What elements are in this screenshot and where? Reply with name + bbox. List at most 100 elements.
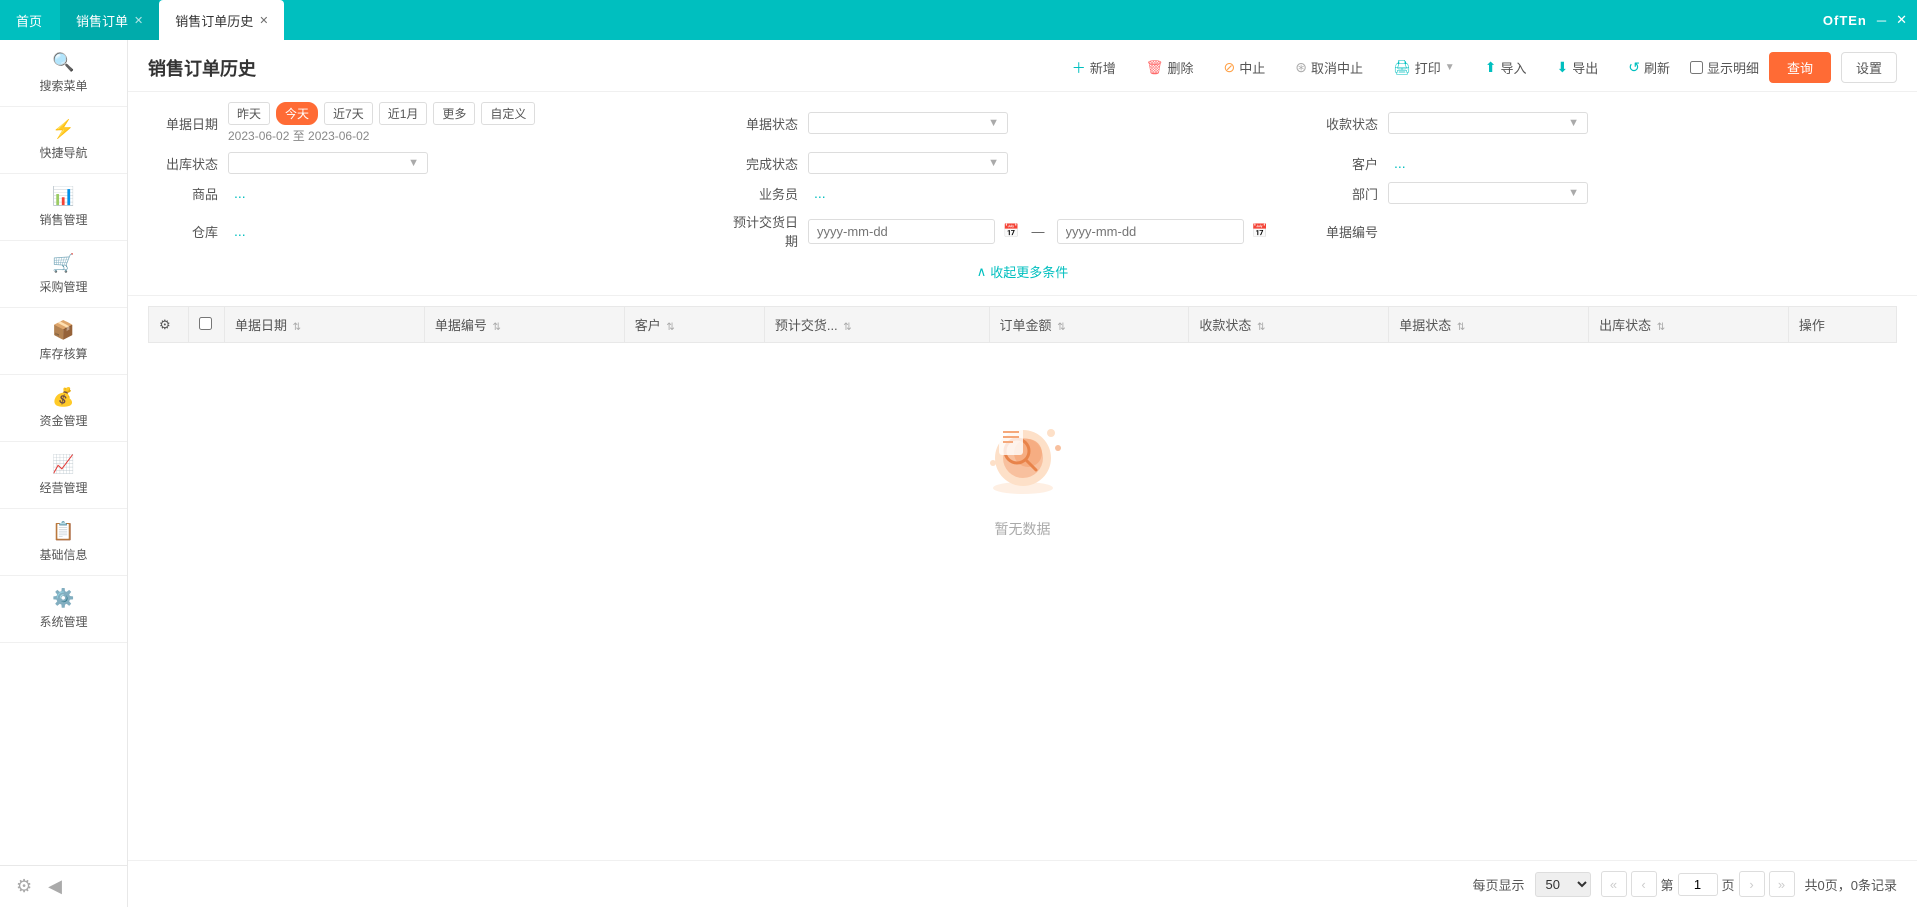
current-page-input[interactable] (1678, 873, 1718, 896)
th-number[interactable]: 单据编号 ⇅ (424, 307, 624, 343)
table-settings-th[interactable]: ⚙ (149, 307, 189, 343)
th-customer-sort[interactable]: ⇅ (666, 322, 674, 333)
date-btn-today[interactable]: 今天 (276, 102, 318, 125)
collapse-btn[interactable]: ∧ 收起更多条件 (977, 258, 1069, 285)
print-icon: 🖨 (1393, 59, 1411, 76)
goods-ellipsis[interactable]: ... (228, 185, 252, 201)
table-select-all[interactable] (199, 317, 212, 330)
sidebar: 🔍 搜索菜单 ⚡ 快捷导航 📊 销售管理 🛒 采购管理 📦 库存核算 💰 资金管… (0, 40, 128, 907)
collapse-up-icon: ∧ (977, 264, 987, 280)
sys-mgmt-icon: ⚙️ (52, 588, 74, 609)
sidebar-collapse-icon[interactable]: ◀ (48, 876, 62, 897)
th-order-status[interactable]: 单据状态 ⇅ (1389, 307, 1589, 343)
sidebar-item-inventory[interactable]: 📦 库存核算 (0, 308, 127, 375)
th-number-sort[interactable]: ⇅ (492, 322, 500, 333)
th-order-status-sort[interactable]: ⇅ (1457, 322, 1465, 333)
sidebar-item-sales-mgmt[interactable]: 📊 销售管理 (0, 174, 127, 241)
import-button[interactable]: ⬆ 导入 (1475, 54, 1537, 81)
cancel-stop-button[interactable]: ⊛ 取消中止 (1285, 54, 1373, 81)
page-size-label: 每页显示 (1472, 875, 1524, 894)
date-btn-1month[interactable]: 近1月 (379, 102, 428, 125)
first-page-btn[interactable]: « (1601, 871, 1627, 897)
sidebar-item-sys-mgmt[interactable]: ⚙️ 系统管理 (0, 576, 127, 643)
th-date-sort[interactable]: ⇅ (293, 322, 301, 333)
th-delivery-status-sort[interactable]: ⇅ (1657, 322, 1665, 333)
sidebar-item-quick-nav[interactable]: ⚡ 快捷导航 (0, 107, 127, 174)
prev-page-btn[interactable]: ‹ (1631, 871, 1657, 897)
order-status-select[interactable]: ▼ (808, 112, 1008, 134)
sidebar-settings-icon[interactable]: ⚙ (16, 876, 32, 897)
cal-icon-start[interactable]: 📅 (1003, 223, 1019, 239)
date-btn-custom[interactable]: 自定义 (481, 102, 535, 125)
tab-sales-order-history[interactable]: 销售订单历史 ✕ (159, 0, 284, 40)
date-range-text: 2023-06-02 至 2023-06-02 (228, 127, 535, 144)
sidebar-item-operations[interactable]: 📈 经营管理 (0, 442, 127, 509)
display-toggle-checkbox[interactable] (1690, 61, 1703, 74)
sidebar-item-sales-mgmt-label: 销售管理 (39, 211, 87, 228)
expected-delivery-start[interactable] (808, 219, 995, 244)
window-minimize[interactable]: ─ (1877, 13, 1886, 28)
salesperson-label: 业务员 (728, 184, 808, 203)
salesperson-ellipsis[interactable]: ... (808, 185, 832, 201)
sidebar-item-basic-info[interactable]: 📋 基础信息 (0, 509, 127, 576)
tab-home[interactable]: 首页 (0, 0, 58, 40)
table-settings-icon[interactable]: ⚙ (159, 317, 171, 332)
sidebar-item-purchase-mgmt[interactable]: 🛒 采购管理 (0, 241, 127, 308)
print-button[interactable]: 🖨 打印 ▼ (1383, 54, 1465, 81)
date-label: 单据日期 (148, 114, 228, 133)
delivery-status-control[interactable]: ▼ (228, 152, 688, 174)
last-page-btn[interactable]: » (1769, 871, 1795, 897)
date-filter-control: 昨天 今天 近7天 近1月 更多 自定义 2023-06-02 至 2023-0… (228, 102, 688, 144)
tab-sales-order[interactable]: 销售订单 ✕ (60, 0, 159, 40)
page-size-select[interactable]: 10 20 50 100 (1535, 872, 1591, 897)
sidebar-item-finance[interactable]: 💰 资金管理 (0, 375, 127, 442)
new-button[interactable]: ＋ 新增 (1062, 54, 1126, 82)
tab-sales-order-history-close[interactable]: ✕ (259, 14, 268, 27)
th-delivery-status[interactable]: 出库状态 ⇅ (1589, 307, 1789, 343)
warehouse-ellipsis[interactable]: ... (228, 223, 252, 239)
delivery-status-select[interactable]: ▼ (228, 152, 428, 174)
stop-button[interactable]: ⊘ 中止 (1214, 54, 1276, 81)
display-toggle[interactable]: 显示明细 (1690, 58, 1759, 77)
export-button[interactable]: ⬇ 导出 (1546, 54, 1608, 81)
th-payment-status[interactable]: 收款状态 ⇅ (1189, 307, 1389, 343)
th-amount[interactable]: 订单金额 ⇅ (989, 307, 1189, 343)
th-delivery-date[interactable]: 预计交货... ⇅ (764, 307, 989, 343)
empty-state: 暂无数据 (148, 343, 1897, 599)
th-delivery-date-sort[interactable]: ⇅ (843, 322, 851, 333)
th-delivery-date-label: 预计交货... (775, 318, 838, 333)
order-number-label: 单据编号 (1308, 222, 1388, 241)
order-status-control[interactable]: ▼ (808, 112, 1268, 134)
completion-status-control[interactable]: ▼ (808, 152, 1268, 174)
th-payment-status-sort[interactable]: ⇅ (1257, 322, 1265, 333)
sidebar-item-search-menu-label: 搜索菜单 (39, 77, 87, 94)
window-close[interactable]: ✕ (1896, 12, 1907, 28)
query-button[interactable]: 查询 (1769, 52, 1831, 83)
date-btn-more[interactable]: 更多 (433, 102, 475, 125)
th-amount-sort[interactable]: ⇅ (1057, 322, 1065, 333)
department-select[interactable]: ▼ (1388, 182, 1588, 204)
next-page-btn[interactable]: › (1739, 871, 1765, 897)
th-customer[interactable]: 客户 ⇅ (624, 307, 764, 343)
th-date[interactable]: 单据日期 ⇅ (225, 307, 425, 343)
sidebar-item-finance-label: 资金管理 (39, 412, 87, 429)
expected-delivery-end[interactable] (1057, 219, 1244, 244)
delete-button[interactable]: 🗑 删除 (1136, 54, 1204, 81)
completion-status-select[interactable]: ▼ (808, 152, 1008, 174)
department-control[interactable]: ▼ (1388, 182, 1848, 204)
settings-button[interactable]: 设置 (1841, 52, 1897, 83)
payment-status-select[interactable]: ▼ (1388, 112, 1588, 134)
date-btn-7days[interactable]: 近7天 (324, 102, 373, 125)
tab-sales-order-close[interactable]: ✕ (134, 14, 143, 27)
order-status-label: 单据状态 (728, 114, 808, 133)
refresh-button[interactable]: ↺ 刷新 (1618, 54, 1680, 81)
th-amount-label: 订单金额 (1000, 318, 1052, 333)
salesperson-control: ... (808, 185, 1268, 201)
export-label: 导出 (1572, 58, 1598, 77)
payment-status-control[interactable]: ▼ (1388, 112, 1848, 134)
cal-icon-end[interactable]: 📅 (1252, 223, 1268, 239)
sidebar-item-search-menu[interactable]: 🔍 搜索菜单 (0, 40, 127, 107)
date-btn-yesterday[interactable]: 昨天 (228, 102, 270, 125)
customer-ellipsis[interactable]: ... (1388, 155, 1412, 171)
operations-icon: 📈 (52, 454, 74, 475)
